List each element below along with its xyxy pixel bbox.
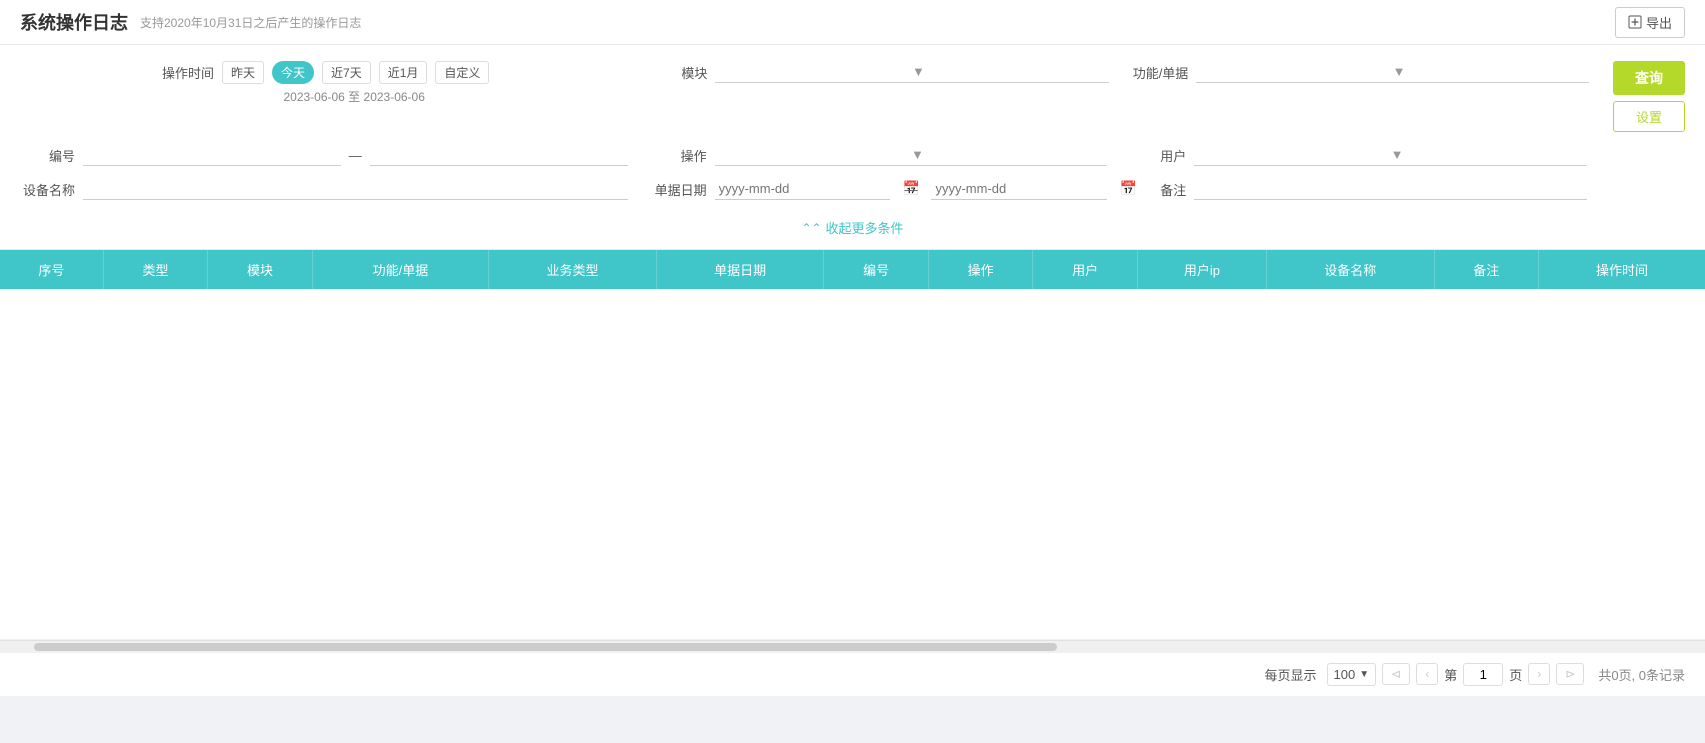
time-btn-7days[interactable]: 近7天: [322, 61, 371, 84]
number-dash: —: [349, 148, 362, 163]
time-btn-1month[interactable]: 近1月: [379, 61, 428, 84]
module-arrow-icon: ▼: [912, 64, 1105, 79]
collapse-label: 收起更多条件: [826, 218, 904, 237]
table-container: 序号类型模块功能/单据业务类型单据日期编号操作用户用户ip设备名称备注操作时间: [0, 250, 1705, 640]
table-header: 序号类型模块功能/单据业务类型单据日期编号操作用户用户ip设备名称备注操作时间: [0, 250, 1705, 289]
module-label: 模块: [652, 63, 707, 82]
data-table: 序号类型模块功能/单据业务类型单据日期编号操作用户用户ip设备名称备注操作时间: [0, 250, 1705, 640]
time-btn-yesterday[interactable]: 昨天: [222, 61, 264, 84]
function-arrow-icon: ▼: [1393, 64, 1585, 79]
filter-row-1: 操作时间 昨天 今天 近7天 近1月 自定义 2023-06-06 至 2023…: [20, 61, 1685, 132]
remark-filter: 备注: [1131, 178, 1587, 200]
number-start-input[interactable]: [83, 144, 341, 166]
number-filter: 编号 —: [20, 144, 628, 166]
time-btn-custom[interactable]: 自定义: [435, 61, 489, 84]
collapse-button[interactable]: ⌃⌃ 收起更多条件: [20, 212, 1685, 241]
user-arrow-icon: ▼: [1391, 147, 1583, 162]
per-page-label: 每页显示: [1265, 665, 1317, 684]
page-number-input[interactable]: [1463, 663, 1503, 686]
collapse-chevron-icon: ⌃⌃: [801, 221, 821, 235]
column-header-类型: 类型: [103, 250, 207, 289]
export-icon: [1628, 15, 1642, 29]
export-button[interactable]: 导出: [1615, 7, 1685, 38]
page-label: 第: [1444, 665, 1457, 684]
date-end-wrapper: 📅: [931, 178, 1107, 200]
operation-label: 操作: [652, 146, 707, 165]
date-start-input[interactable]: [715, 178, 899, 199]
date-start-wrapper: 📅: [715, 178, 891, 200]
function-filter: 功能/单据 ▼: [1133, 61, 1589, 83]
user-filter: 用户 ▼: [1131, 144, 1587, 166]
column-header-功能/单据: 功能/单据: [312, 250, 488, 289]
device-input[interactable]: [83, 178, 628, 200]
function-select[interactable]: ▼: [1196, 61, 1589, 83]
document-date-filter: 单据日期 📅 — 📅: [652, 178, 1108, 200]
first-page-button[interactable]: ⊲: [1382, 663, 1410, 685]
per-page-value: 100: [1334, 667, 1356, 682]
prev-page-button[interactable]: ‹: [1416, 663, 1438, 685]
column-header-操作: 操作: [928, 250, 1032, 289]
action-buttons: 查询 设置: [1597, 61, 1685, 132]
empty-row: [0, 289, 1705, 639]
number-label: 编号: [20, 146, 75, 165]
number-end-input[interactable]: [370, 144, 628, 166]
date-dash: —: [898, 182, 923, 197]
column-header-编号: 编号: [824, 250, 928, 289]
function-label: 功能/单据: [1133, 63, 1189, 82]
pagination: 每页显示 100 ▼ ⊲ ‹ 第 页 › ⊳ 共0页, 0条记录: [0, 652, 1705, 696]
filter-row-3: 设备名称 单据日期 📅 — 📅 备注: [20, 178, 1685, 200]
column-header-业务类型: 业务类型: [489, 250, 657, 289]
total-info: 共0页, 0条记录: [1598, 665, 1685, 684]
time-btn-today[interactable]: 今天: [272, 61, 314, 84]
remark-label: 备注: [1131, 180, 1186, 199]
next-page-button[interactable]: ›: [1528, 663, 1550, 685]
column-header-用户ip: 用户ip: [1137, 250, 1266, 289]
header-left: 系统操作日志 支持2020年10月31日之后产生的操作日志: [20, 9, 361, 35]
column-header-备注: 备注: [1434, 250, 1538, 289]
page-unit: 页: [1509, 665, 1522, 684]
operation-select[interactable]: ▼: [715, 144, 1108, 166]
column-header-序号: 序号: [0, 250, 103, 289]
table-body: [0, 289, 1705, 639]
column-header-模块: 模块: [208, 250, 312, 289]
query-button[interactable]: 查询: [1613, 61, 1685, 95]
page-title: 系统操作日志: [20, 9, 128, 35]
document-date-label: 单据日期: [652, 180, 707, 199]
column-header-操作时间: 操作时间: [1539, 250, 1705, 289]
user-label: 用户: [1131, 146, 1186, 165]
per-page-select[interactable]: 100 ▼: [1327, 663, 1377, 686]
operation-arrow-icon: ▼: [911, 147, 1103, 162]
scrollbar-thumb[interactable]: [34, 643, 1057, 651]
filter-section: 操作时间 昨天 今天 近7天 近1月 自定义 2023-06-06 至 2023…: [0, 45, 1705, 250]
column-header-用户: 用户: [1033, 250, 1137, 289]
horizontal-scrollbar[interactable]: [0, 640, 1705, 652]
column-header-设备名称: 设备名称: [1266, 250, 1434, 289]
device-label: 设备名称: [20, 180, 75, 199]
page-header: 系统操作日志 支持2020年10月31日之后产生的操作日志 导出: [0, 0, 1705, 45]
module-select[interactable]: ▼: [715, 61, 1108, 83]
empty-cell: [0, 289, 1705, 639]
page-subtitle: 支持2020年10月31日之后产生的操作日志: [140, 14, 361, 31]
column-header-单据日期: 单据日期: [656, 250, 824, 289]
date-end-input[interactable]: [931, 178, 1115, 199]
header-row: 序号类型模块功能/单据业务类型单据日期编号操作用户用户ip设备名称备注操作时间: [0, 250, 1705, 289]
module-filter: 模块 ▼: [652, 61, 1108, 83]
operation-filter: 操作 ▼: [652, 144, 1108, 166]
last-page-button[interactable]: ⊳: [1556, 663, 1584, 685]
time-label: 操作时间: [159, 63, 214, 82]
time-filter: 操作时间 昨天 今天 近7天 近1月 自定义 2023-06-06 至 2023…: [20, 61, 628, 105]
filter-row-2: 编号 — 操作 ▼ 用户 ▼: [20, 144, 1685, 166]
user-select[interactable]: ▼: [1194, 144, 1587, 166]
time-range-display: 2023-06-06 至 2023-06-06: [223, 88, 424, 105]
per-page-arrow-icon: ▼: [1359, 669, 1369, 680]
time-buttons-row: 操作时间 昨天 今天 近7天 近1月 自定义: [159, 61, 489, 84]
remark-input[interactable]: [1194, 178, 1587, 200]
settings-button[interactable]: 设置: [1613, 101, 1685, 132]
device-filter: 设备名称: [20, 178, 628, 200]
